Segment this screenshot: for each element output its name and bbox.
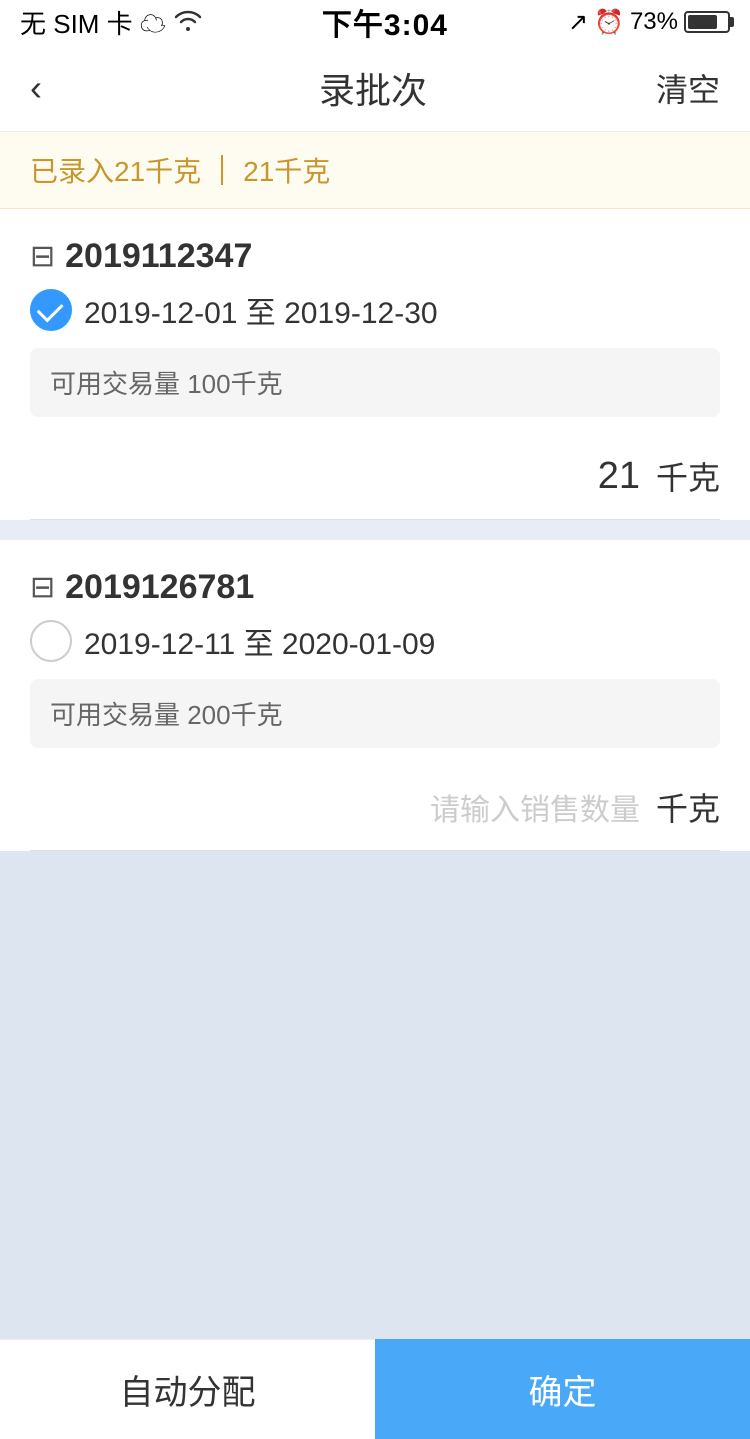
battery-percent: 73% xyxy=(630,8,678,36)
batch-header-1: ⊟ 2019112347 xyxy=(30,237,720,276)
status-bar: 无 SIM 卡 ☁ 下午3:04 ↗ ⏰ 73% xyxy=(0,0,750,44)
batch-card-2: ⊟ 2019126781 2019-12-11 至 2020-01-09 可用交… xyxy=(0,540,750,851)
qty-value-1[interactable]: 21 xyxy=(598,455,640,498)
status-right: ↗ ⏰ 73% xyxy=(568,8,730,37)
qty-unit-2: 千克 xyxy=(656,784,720,830)
total-amount: 21千克 xyxy=(243,150,330,190)
qty-input-row-1[interactable]: 21 千克 xyxy=(30,437,720,520)
batch-doc-icon-1: ⊟ xyxy=(30,239,55,274)
batch-date-2: 2019-12-11 至 2020-01-09 xyxy=(84,619,435,663)
batch-date-1: 2019-12-01 至 2019-12-30 xyxy=(84,288,438,332)
radio-button-2[interactable] xyxy=(30,620,72,662)
no-sim-text: 无 SIM 卡 ☁ xyxy=(20,4,166,41)
batch-doc-icon-2: ⊟ xyxy=(30,570,55,605)
available-qty-1: 可用交易量 100千克 xyxy=(30,348,720,417)
back-button[interactable]: ‹ xyxy=(30,67,90,109)
confirm-button[interactable]: 确定 xyxy=(375,1339,750,1439)
navigation-bar: ‹ 录批次 清空 xyxy=(0,44,750,132)
clear-button[interactable]: 清空 xyxy=(656,65,720,111)
info-divider xyxy=(221,155,223,185)
batch-card-1: ⊟ 2019112347 2019-12-01 至 2019-12-30 可用交… xyxy=(0,209,750,520)
section-divider xyxy=(0,520,750,540)
info-banner: 已录入21千克 21千克 xyxy=(0,132,750,209)
batch-header-2: ⊟ 2019126781 xyxy=(30,568,720,607)
batch-number-1: 2019112347 xyxy=(65,237,252,276)
status-left: 无 SIM 卡 ☁ xyxy=(20,4,202,41)
location-icon: ↗ xyxy=(568,8,588,37)
qty-placeholder-2: 请输入销售数量 xyxy=(430,785,640,829)
qty-input-row-2[interactable]: 请输入销售数量 千克 xyxy=(30,768,720,851)
batch-date-row-1[interactable]: 2019-12-01 至 2019-12-30 xyxy=(30,288,720,332)
available-qty-2: 可用交易量 200千克 xyxy=(30,679,720,748)
alarm-icon: ⏰ xyxy=(594,8,624,37)
wifi-icon xyxy=(174,7,202,38)
batch-item-2: ⊟ 2019126781 2019-12-11 至 2020-01-09 可用交… xyxy=(0,540,750,851)
radio-button-1[interactable] xyxy=(30,289,72,331)
bottom-buttons: 自动分配 确定 xyxy=(0,1339,750,1439)
batch-number-2: 2019126781 xyxy=(65,568,254,607)
battery-icon xyxy=(684,11,730,33)
empty-area xyxy=(0,851,750,1339)
recorded-amount: 已录入21千克 xyxy=(30,150,201,190)
page-title: 录批次 xyxy=(319,62,427,114)
qty-unit-1: 千克 xyxy=(656,453,720,499)
auto-distribute-button[interactable]: 自动分配 xyxy=(0,1339,375,1439)
status-time: 下午3:04 xyxy=(322,0,448,44)
batch-date-row-2[interactable]: 2019-12-11 至 2020-01-09 xyxy=(30,619,720,663)
batch-item-1: ⊟ 2019112347 2019-12-01 至 2019-12-30 可用交… xyxy=(0,209,750,520)
